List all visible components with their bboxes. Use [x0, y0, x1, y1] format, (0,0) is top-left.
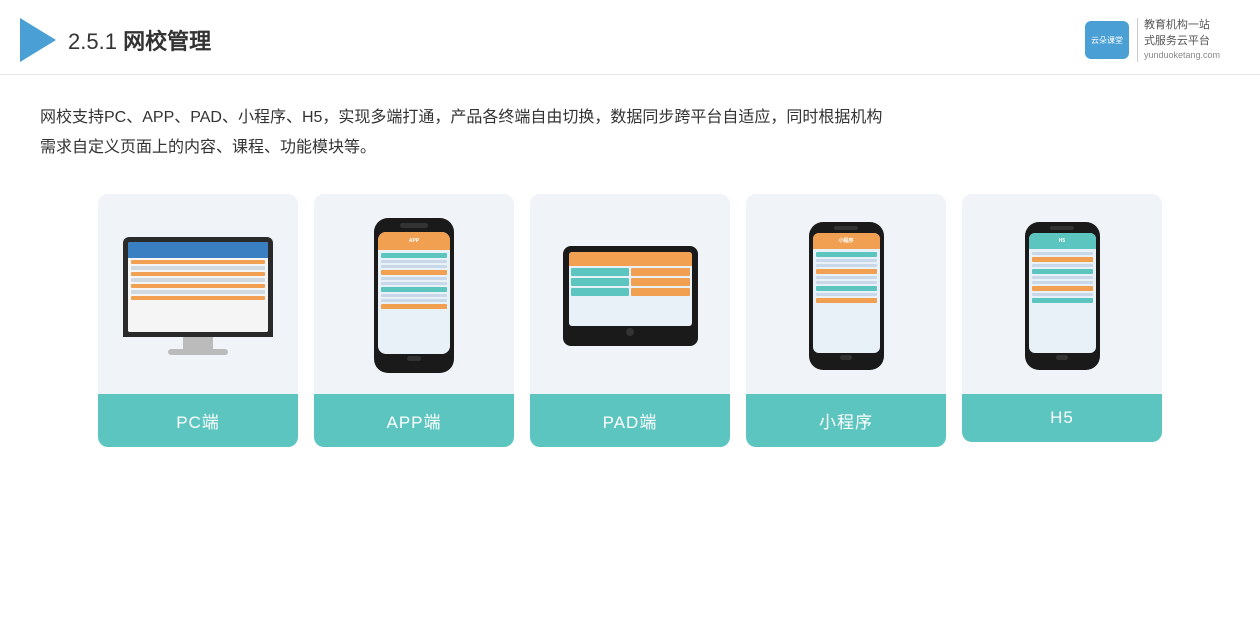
description-line1: 网校支持PC、APP、PAD、小程序、H5，实现多端打通，产品各终端自由切换，数… — [40, 103, 1220, 133]
platform-cards: PC端 APP — [0, 174, 1260, 467]
brand-logo: 云朵课堂 教育机构一站 式服务云平台 yunduoketang.com — [1085, 18, 1220, 61]
section-number: 2.5.1 — [68, 29, 117, 54]
card-mini-label: 小程序 — [746, 394, 946, 447]
header: 2.5.1 网校管理 云朵课堂 教育机构一站 式服务云平台 yunduoketa… — [0, 0, 1260, 75]
card-h5-label: H5 — [962, 394, 1162, 442]
card-pc-label: PC端 — [98, 394, 298, 447]
card-pc-image — [98, 194, 298, 394]
section-title: 网校管理 — [123, 29, 211, 54]
h5-phone-illustration: H5 — [1025, 222, 1100, 370]
description-block: 网校支持PC、APP、PAD、小程序、H5，实现多端打通，产品各终端自由切换，数… — [0, 75, 1260, 174]
card-pad: PAD端 — [530, 194, 730, 447]
card-pad-label: PAD端 — [530, 394, 730, 447]
page-title: 2.5.1 网校管理 — [68, 24, 211, 56]
logo-tagline1: 教育机构一站 — [1144, 18, 1210, 33]
logo-triangle-icon — [20, 18, 56, 62]
header-left: 2.5.1 网校管理 — [20, 18, 211, 62]
card-pc: PC端 — [98, 194, 298, 447]
pad-tablet-illustration — [563, 246, 698, 346]
card-app-image: APP — [314, 194, 514, 394]
card-h5-image: H5 — [962, 194, 1162, 394]
mini-phone-illustration: 小程序 — [809, 222, 884, 370]
card-h5: H5 — [962, 194, 1162, 442]
svg-text:云朵课堂: 云朵课堂 — [1091, 35, 1123, 45]
card-app: APP — [314, 194, 514, 447]
app-phone-illustration: APP — [374, 218, 454, 373]
pc-monitor-illustration — [123, 237, 273, 355]
card-mini-image: 小程序 — [746, 194, 946, 394]
card-pad-image — [530, 194, 730, 394]
card-mini: 小程序 — [746, 194, 946, 447]
yunduoketang-logo-icon: 云朵课堂 — [1085, 21, 1129, 59]
logo-text: 教育机构一站 式服务云平台 yunduoketang.com — [1137, 18, 1220, 61]
logo-tagline2: 式服务云平台 — [1144, 34, 1210, 49]
page: 2.5.1 网校管理 云朵课堂 教育机构一站 式服务云平台 yunduoketa… — [0, 0, 1260, 630]
description-line2: 需求自定义页面上的内容、课程、功能模块等。 — [40, 133, 1220, 163]
logo-domain: yunduoketang.com — [1144, 49, 1220, 62]
card-app-label: APP端 — [314, 394, 514, 447]
